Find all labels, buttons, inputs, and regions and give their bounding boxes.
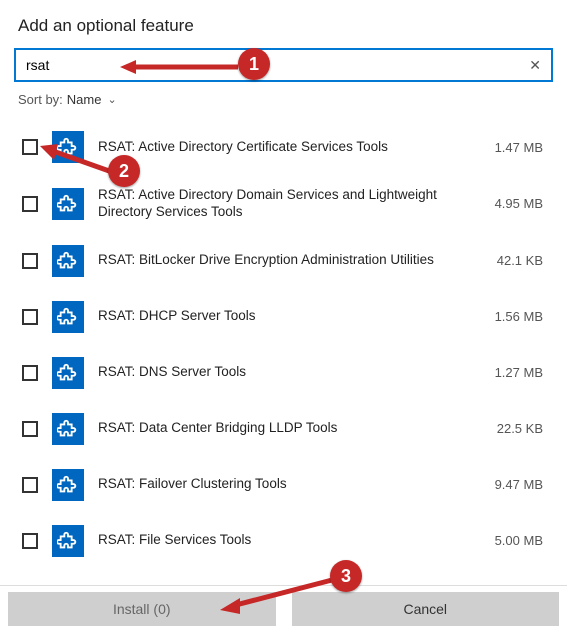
puzzle-icon (52, 131, 84, 163)
feature-name: RSAT: Active Directory Certificate Servi… (98, 139, 467, 156)
puzzle-icon (52, 188, 84, 220)
feature-row[interactable]: RSAT: DNS Server Tools 1.27 MB (14, 345, 553, 401)
feature-size: 1.56 MB (481, 309, 549, 324)
feature-row[interactable]: RSAT: BitLocker Drive Encryption Adminis… (14, 233, 553, 289)
puzzle-icon (52, 413, 84, 445)
checkbox[interactable] (22, 477, 38, 493)
feature-row[interactable]: RSAT: Data Center Bridging LLDP Tools 22… (14, 401, 553, 457)
feature-name: RSAT: Failover Clustering Tools (98, 476, 467, 493)
checkbox[interactable] (22, 253, 38, 269)
checkbox[interactable] (22, 309, 38, 325)
checkbox[interactable] (22, 365, 38, 381)
feature-name: RSAT: DNS Server Tools (98, 364, 467, 381)
puzzle-icon (52, 469, 84, 501)
annotation-callout-2: 2 (108, 155, 140, 187)
puzzle-icon (52, 301, 84, 333)
feature-row[interactable]: RSAT: Active Directory Domain Services a… (14, 175, 553, 233)
sort-by-dropdown[interactable]: Sort by: Name ⌄ (18, 92, 553, 107)
chevron-down-icon: ⌄ (107, 93, 116, 106)
feature-size: 42.1 KB (481, 253, 549, 268)
feature-size: 9.47 MB (481, 477, 549, 492)
search-input[interactable] (24, 56, 527, 74)
feature-size: 5.00 MB (481, 533, 549, 548)
feature-list: RSAT: Active Directory Certificate Servi… (14, 119, 553, 571)
puzzle-icon (52, 245, 84, 277)
feature-size: 4.95 MB (481, 196, 549, 211)
feature-size: 22.5 KB (481, 421, 549, 436)
cancel-button[interactable]: Cancel (292, 592, 560, 626)
feature-name: RSAT: File Services Tools (98, 532, 467, 549)
footer-bar: Install (0) Cancel (0, 585, 567, 632)
feature-row[interactable]: RSAT: File Services Tools 5.00 MB (14, 513, 553, 569)
feature-name: RSAT: BitLocker Drive Encryption Adminis… (98, 252, 467, 269)
feature-row[interactable]: RSAT: Active Directory Certificate Servi… (14, 119, 553, 175)
feature-row[interactable]: RSAT: Failover Clustering Tools 9.47 MB (14, 457, 553, 513)
checkbox[interactable] (22, 196, 38, 212)
clear-search-icon[interactable]: ✕ (527, 57, 543, 74)
feature-name: RSAT: Active Directory Domain Services a… (98, 187, 467, 221)
feature-name: RSAT: Data Center Bridging LLDP Tools (98, 420, 467, 437)
annotation-callout-3: 3 (330, 560, 362, 592)
feature-size: 1.47 MB (481, 140, 549, 155)
install-button[interactable]: Install (0) (8, 592, 276, 626)
sort-by-label: Sort by: (18, 92, 63, 107)
checkbox[interactable] (22, 421, 38, 437)
search-box[interactable]: ✕ (14, 48, 553, 82)
checkbox[interactable] (22, 139, 38, 155)
puzzle-icon (52, 357, 84, 389)
feature-row[interactable]: RSAT: DHCP Server Tools 1.56 MB (14, 289, 553, 345)
feature-size: 1.27 MB (481, 365, 549, 380)
sort-by-value: Name (67, 92, 102, 107)
feature-row[interactable]: RSAT: Group Policy Management Tools 4.04… (14, 569, 553, 571)
annotation-callout-1: 1 (238, 48, 270, 80)
feature-name: RSAT: DHCP Server Tools (98, 308, 467, 325)
page-title: Add an optional feature (18, 16, 553, 36)
puzzle-icon (52, 525, 84, 557)
checkbox[interactable] (22, 533, 38, 549)
